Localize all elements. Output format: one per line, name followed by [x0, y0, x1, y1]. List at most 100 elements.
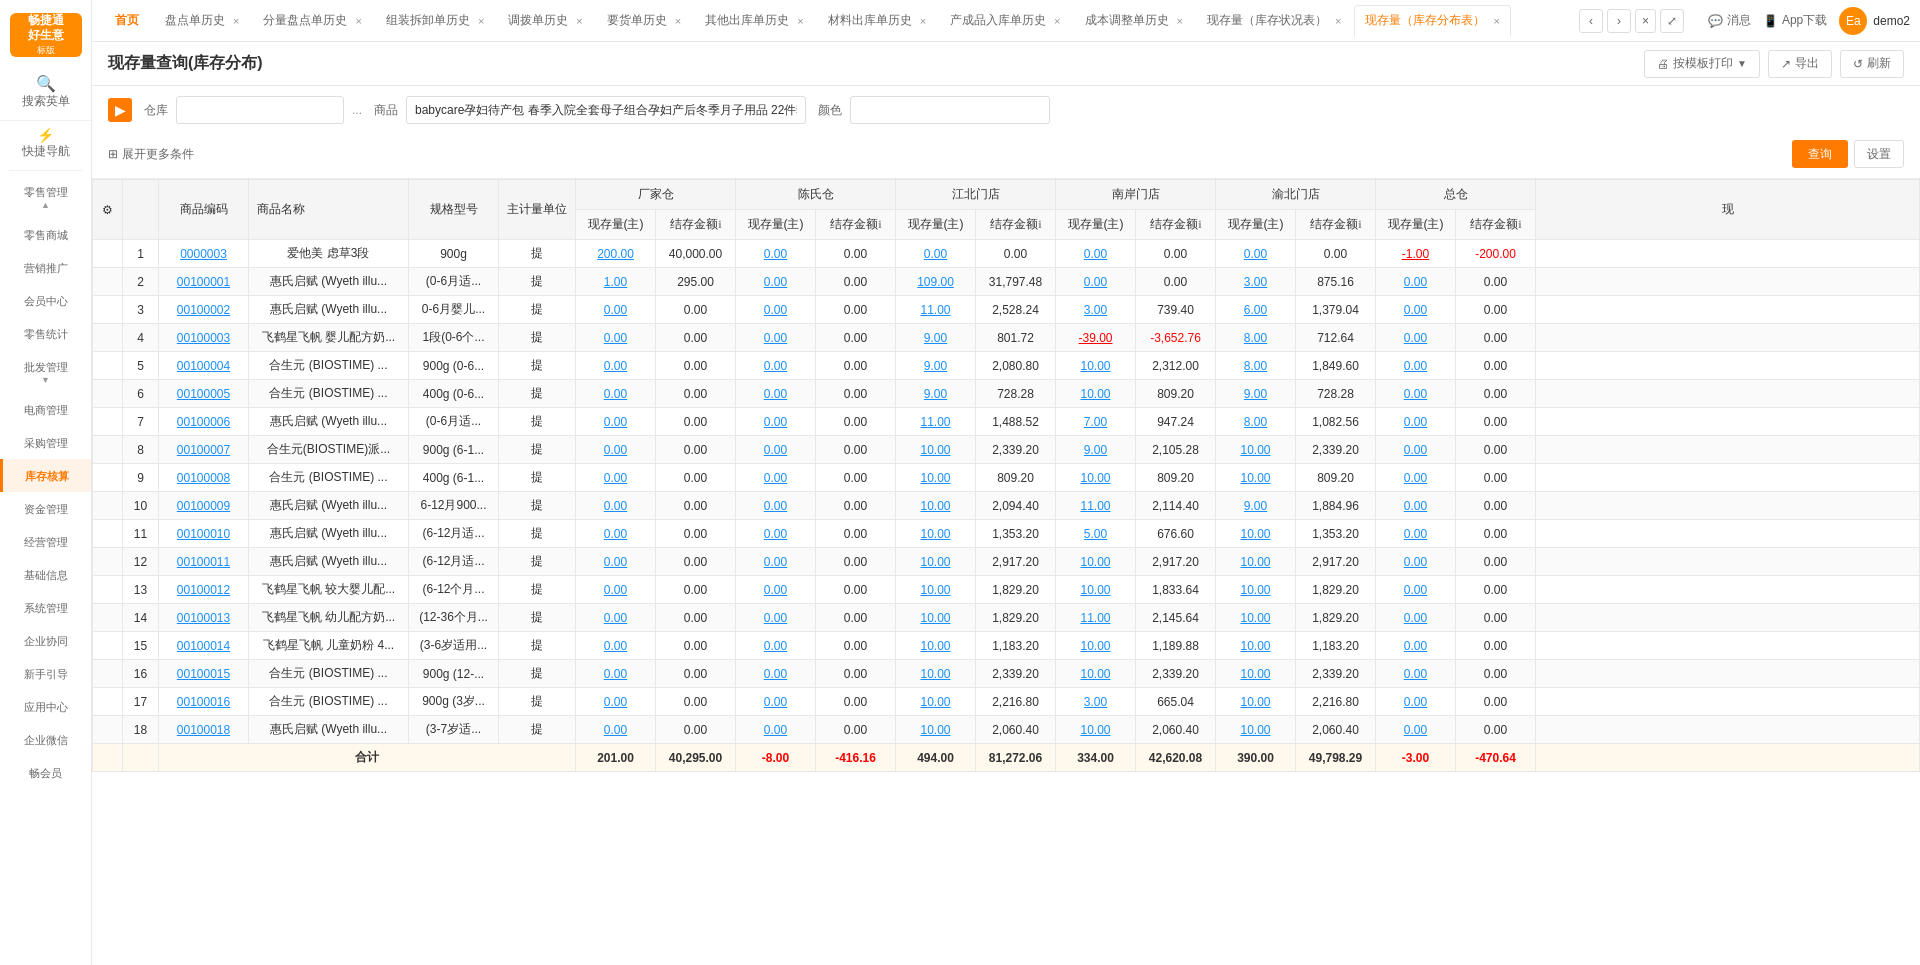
print-button[interactable]: 🖨 按模板打印 ▼: [1644, 50, 1760, 78]
sidebar-item-apps[interactable]: 应用中心: [0, 690, 91, 723]
name-column-header: 商品名称: [249, 180, 409, 240]
close-icon[interactable]: ×: [797, 15, 803, 27]
tab-stock-status[interactable]: 现存量（库存状况表） ×: [1196, 5, 1352, 37]
tab-inventory-count[interactable]: 盘点单历史 ×: [154, 5, 250, 37]
sidebar-item-search[interactable]: 🔍 搜索英单: [0, 68, 91, 121]
jiangbei-balance-subheader: 结存金额ℹ: [976, 210, 1056, 240]
sidebar-item-member2[interactable]: 畅会员: [0, 756, 91, 789]
color-input[interactable]: [850, 96, 1050, 124]
table-row: 200100001惠氏启赋 (Wyeth illu...(0-6月适...提1.…: [93, 268, 1920, 296]
close-icon[interactable]: ×: [1177, 15, 1183, 27]
sidebar-item-marketing[interactable]: 营销推广: [0, 251, 91, 284]
topnav-home[interactable]: 首页: [102, 5, 152, 37]
sidebar-item-purchase[interactable]: 采购管理: [0, 426, 91, 459]
data-table-container: ⚙ 商品编码 商品名称 规格型号 主计量单位 厂家仓 陈氏仓 江北门店 南岸门店…: [92, 179, 1920, 965]
yubeimen-store-header: 渝北门店: [1216, 180, 1376, 210]
sidebar-item-retail-stats[interactable]: 零售统计: [0, 317, 91, 350]
tab-transfer[interactable]: 调拨单历史 ×: [497, 5, 593, 37]
export-icon: ↗: [1781, 57, 1791, 71]
table-row: 1300100012飞鹤星飞帆 较大婴儿配...(6-12个月...提0.000…: [93, 576, 1920, 604]
sidebar-item-retail-shop[interactable]: 零售商城: [0, 218, 91, 251]
sidebar-item-guide[interactable]: 新手引导: [0, 657, 91, 690]
message-nav-item[interactable]: 💬 消息: [1708, 12, 1751, 29]
tab-product-inbound[interactable]: 产成品入库单历史 ×: [939, 5, 1071, 37]
refresh-icon: ↺: [1853, 57, 1863, 71]
sidebar-item-shortcut-label: 快捷导航: [8, 143, 83, 160]
sidebar-item-wholesale[interactable]: 批发管理 ▼: [0, 350, 91, 393]
filter-toggle-btn[interactable]: ▶: [108, 98, 132, 122]
chevron-down-icon: ▲: [4, 200, 87, 210]
user-avatar[interactable]: Ea demo2: [1839, 7, 1910, 35]
logo-image: 畅捷通好生意标版: [10, 13, 82, 57]
tab-fullscreen-btn[interactable]: ⤢: [1660, 9, 1684, 33]
close-icon[interactable]: ×: [355, 15, 361, 27]
close-icon[interactable]: ×: [1054, 15, 1060, 27]
refresh-button[interactable]: ↺ 刷新: [1840, 50, 1904, 78]
nanbin-store-header: 南岸门店: [1056, 180, 1216, 210]
table-row: 500100004合生元 (BIOSTIME) ...900g (0-6...提…: [93, 352, 1920, 380]
filter-area: ▶ 仓库 ... 商品 颜色 ⊞ 展开更多条件 查询 设置: [92, 86, 1920, 179]
chevron-down-icon: ⊞: [108, 147, 118, 161]
table-row: 1800100018惠氏启赋 (Wyeth illu...(3-7岁适...提0…: [93, 716, 1920, 744]
close-icon[interactable]: ×: [478, 15, 484, 27]
tab-scroll-left-btn[interactable]: ‹: [1579, 9, 1603, 33]
warehouse-filter: 仓库 ...: [144, 96, 362, 124]
warehouse-label: 仓库: [144, 102, 168, 119]
main-content: 首页 盘点单历史 × 分量盘点单历史 × 组装拆卸单历史 × 调拨单历史 × 要…: [92, 0, 1920, 965]
sidebar-item-member[interactable]: 会员中心: [0, 284, 91, 317]
color-filter: 颜色: [818, 96, 1050, 124]
sidebar-item-enterprise[interactable]: 企业协同: [0, 624, 91, 657]
table-row: 300100002惠氏启赋 (Wyeth illu...0-6月婴儿...提0.…: [93, 296, 1920, 324]
product-filter: 商品: [374, 96, 806, 124]
tab-sub-inventory-count[interactable]: 分量盘点单历史 ×: [252, 5, 372, 37]
topnav: 首页 盘点单历史 × 分量盘点单历史 × 组装拆卸单历史 × 调拨单历史 × 要…: [92, 0, 1920, 42]
app-download-nav-item[interactable]: 📱 App下载: [1763, 12, 1827, 29]
chevron-down-icon-wholesale: ▼: [4, 375, 87, 385]
tab-assembly[interactable]: 组装拆卸单历史 ×: [375, 5, 495, 37]
sidebar-item-finance[interactable]: 资金管理: [0, 492, 91, 525]
setting-button[interactable]: 设置: [1854, 140, 1904, 168]
expand-filters-btn[interactable]: ⊞ 展开更多条件: [108, 146, 194, 163]
tab-cost-adjust[interactable]: 成本调整单历史 ×: [1074, 5, 1194, 37]
product-input[interactable]: [406, 96, 806, 124]
query-button[interactable]: 查询: [1792, 140, 1848, 168]
warehouse-picker-icon[interactable]: ...: [352, 103, 362, 117]
table-row: 1100100010惠氏启赋 (Wyeth illu...(6-12月适...提…: [93, 520, 1920, 548]
inventory-table: ⚙ 商品编码 商品名称 规格型号 主计量单位 厂家仓 陈氏仓 江北门店 南岸门店…: [92, 179, 1920, 772]
sidebar-item-wechat[interactable]: 企业微信: [0, 723, 91, 756]
nanbin-balance-subheader: 结存金额ℹ: [1136, 210, 1216, 240]
table-row: 1400100013飞鹤星飞帆 幼儿配方奶...(12-36个月...提0.00…: [93, 604, 1920, 632]
index-column-header: [123, 180, 159, 240]
tab-requisition[interactable]: 要货单历史 ×: [596, 5, 692, 37]
download-icon: 📱: [1763, 14, 1778, 28]
factory-warehouse-header: 厂家仓: [576, 180, 736, 210]
tab-other-outbound[interactable]: 其他出库单历史 ×: [694, 5, 814, 37]
table-row: 1000100009惠氏启赋 (Wyeth illu...6-12月900...…: [93, 492, 1920, 520]
sidebar-item-operation[interactable]: 经营管理: [0, 525, 91, 558]
close-icon[interactable]: ×: [920, 15, 926, 27]
close-icon[interactable]: ×: [675, 15, 681, 27]
tab-stock-distribution[interactable]: 现存量（库存分布表） ×: [1354, 5, 1510, 37]
spec-column-header: 规格型号: [409, 180, 499, 240]
close-icon[interactable]: ×: [576, 15, 582, 27]
topnav-wrapper: 首页 盘点单历史 × 分量盘点单历史 × 组装拆卸单历史 × 调拨单历史 × 要…: [92, 0, 1920, 42]
sidebar-item-basic[interactable]: 基础信息: [0, 558, 91, 591]
sidebar-item-ecommerce[interactable]: 电商管理: [0, 393, 91, 426]
warehouse-input[interactable]: [176, 96, 344, 124]
close-icon[interactable]: ×: [233, 15, 239, 27]
close-icon[interactable]: ×: [1335, 15, 1341, 27]
table-row: 1500100014飞鹤星飞帆 儿童奶粉 4...(3-6岁适用...提0.00…: [93, 632, 1920, 660]
sidebar-divider: [9, 170, 82, 171]
tab-close-all-btn[interactable]: ×: [1635, 9, 1656, 33]
sidebar-item-retail-mgmt[interactable]: 零售管理 ▲: [0, 175, 91, 218]
sidebar-item-inventory[interactable]: 库存核算: [0, 459, 91, 492]
total-balance-subheader: 结存金额ℹ: [1456, 210, 1536, 240]
close-icon[interactable]: ×: [1493, 15, 1499, 27]
tab-material-outbound[interactable]: 材料出库单历史 ×: [817, 5, 937, 37]
sidebar-item-system[interactable]: 系统管理: [0, 591, 91, 624]
tab-scroll-right-btn[interactable]: ›: [1607, 9, 1631, 33]
settings-column-header: ⚙: [93, 180, 123, 240]
sidebar-item-shortcut[interactable]: ⚡ 快捷导航: [0, 121, 91, 166]
jiangbei-current-subheader: 现存量(主): [896, 210, 976, 240]
export-button[interactable]: ↗ 导出: [1768, 50, 1832, 78]
